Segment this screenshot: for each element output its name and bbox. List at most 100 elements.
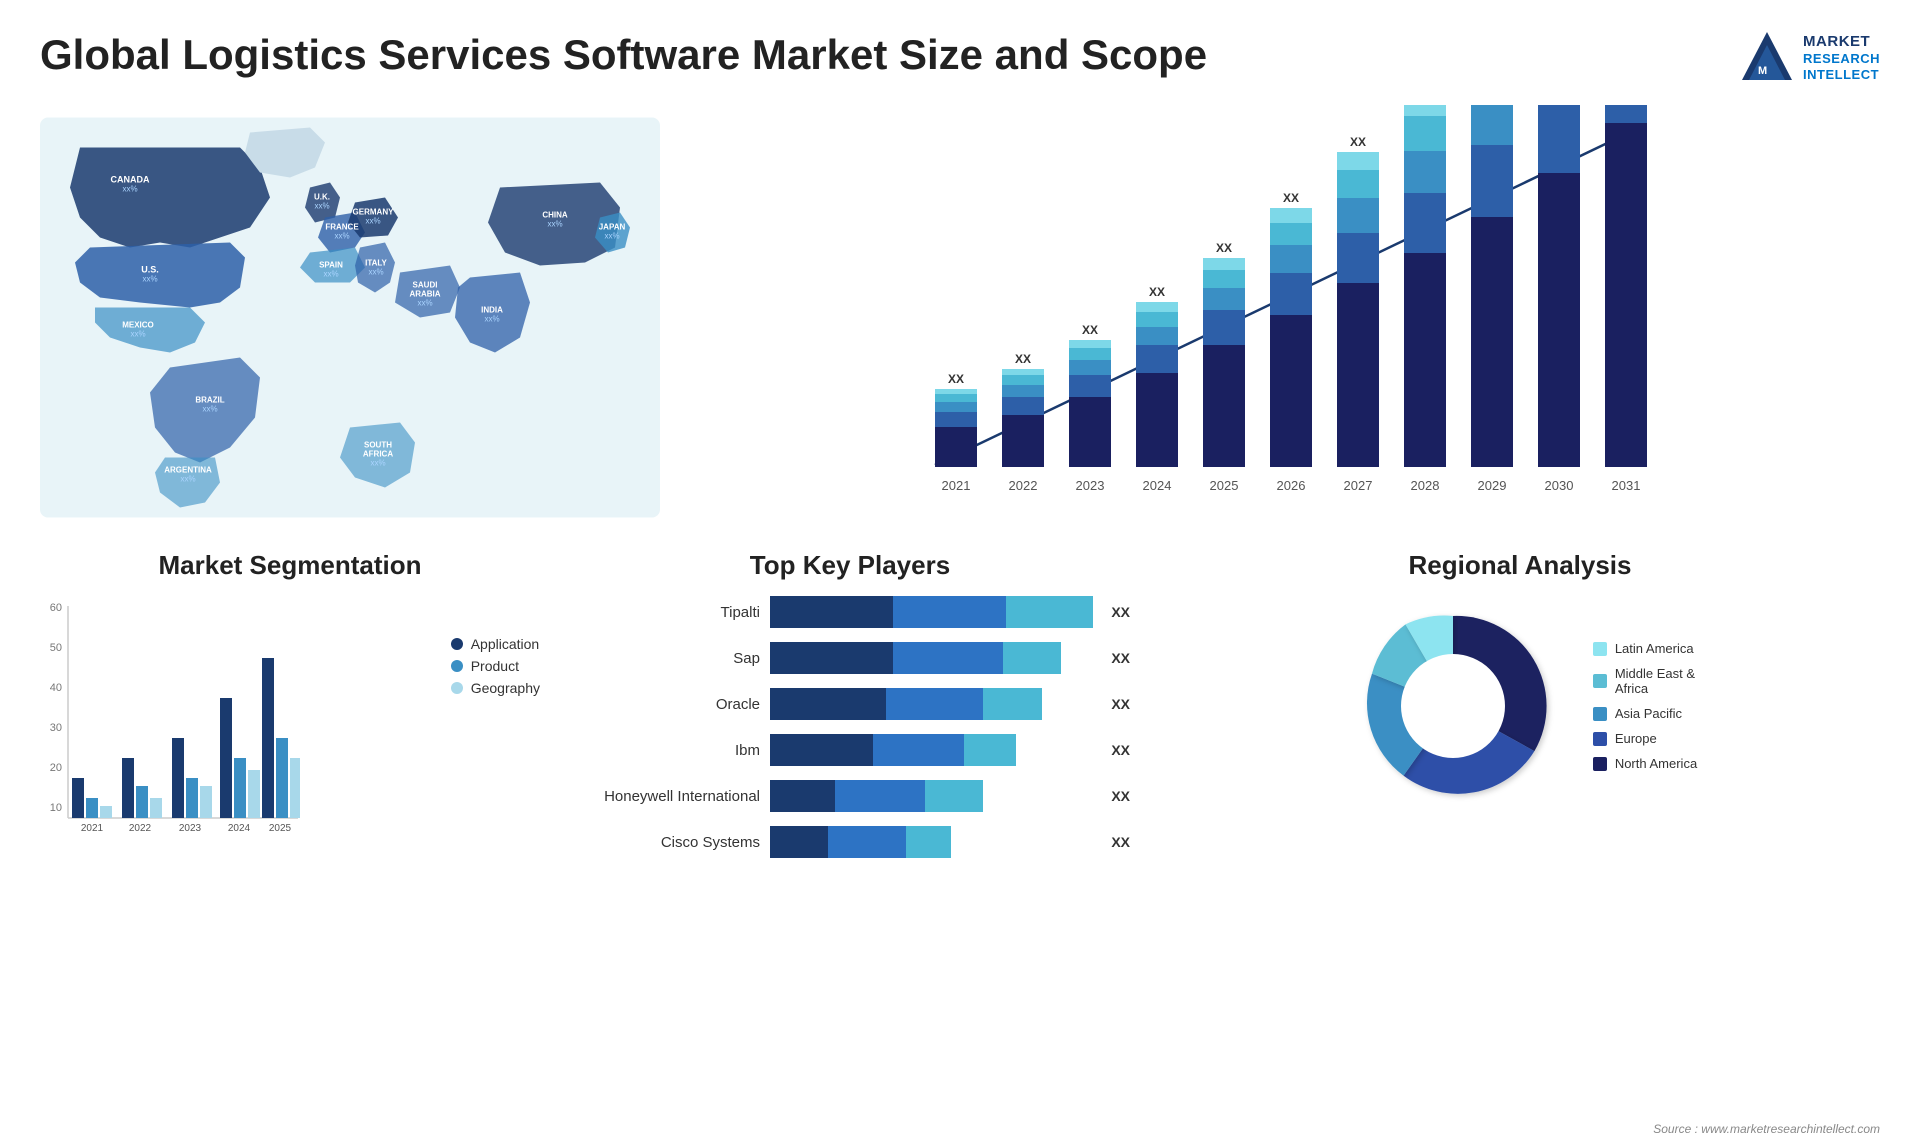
logo-box: M MARKET RESEARCH INTELLECT	[1740, 30, 1880, 85]
bar-seg1	[770, 780, 835, 812]
legend-label-geography: Geography	[471, 680, 540, 696]
svg-text:M: M	[1758, 65, 1767, 77]
header: Global Logistics Services Software Marke…	[40, 30, 1880, 85]
svg-text:20: 20	[50, 762, 62, 774]
donut-area: Latin America Middle East &Africa Asia P…	[1160, 596, 1880, 816]
bar-seg1	[770, 596, 893, 628]
svg-text:2022: 2022	[1009, 478, 1038, 493]
svg-text:CHINA: CHINA	[542, 211, 568, 220]
legend-color-latin	[1593, 642, 1607, 656]
segmentation-chart: 60 50 40 30 20 10	[40, 596, 300, 836]
source-text: Source : www.marketresearchintellect.com	[1653, 1122, 1880, 1136]
legend-color-apac	[1593, 707, 1607, 721]
bar-seg3	[906, 826, 951, 858]
svg-text:xx%: xx%	[368, 268, 383, 277]
logo-icon: M	[1740, 30, 1795, 85]
svg-text:xx%: xx%	[484, 315, 499, 324]
svg-text:2027: 2027	[1344, 478, 1373, 493]
legend-middle-east: Middle East &Africa	[1593, 666, 1697, 696]
svg-text:BRAZIL: BRAZIL	[195, 396, 224, 405]
legend-label-mea: Middle East &Africa	[1615, 666, 1695, 696]
legend-europe: Europe	[1593, 731, 1697, 746]
player-value: XX	[1111, 834, 1130, 850]
svg-text:XX: XX	[1283, 191, 1299, 205]
segmentation-legend: Application Product Geography	[431, 636, 540, 696]
legend-label-apac: Asia Pacific	[1615, 706, 1682, 721]
bar-seg1	[770, 642, 893, 674]
svg-text:2025: 2025	[1210, 478, 1239, 493]
svg-text:2022: 2022	[129, 823, 152, 834]
player-name: Oracle	[570, 696, 760, 713]
bar-seg1	[770, 734, 873, 766]
player-name: Ibm	[570, 742, 760, 759]
segmentation-title: Market Segmentation	[40, 550, 540, 581]
regional-section: Regional Analysis	[1160, 550, 1880, 872]
svg-text:2028: 2028	[1411, 478, 1440, 493]
svg-text:ARABIA: ARABIA	[409, 290, 440, 299]
player-row-sap: Sap XX	[570, 642, 1130, 674]
player-bar	[770, 826, 1093, 858]
player-row-oracle: Oracle XX	[570, 688, 1130, 720]
player-bar	[770, 734, 1093, 766]
svg-text:XX: XX	[1082, 323, 1098, 337]
svg-text:60: 60	[50, 602, 62, 614]
player-value: XX	[1111, 742, 1130, 758]
legend-north-america: North America	[1593, 756, 1697, 771]
bar-seg1	[770, 826, 828, 858]
bar-seg2	[886, 688, 983, 720]
svg-text:ARGENTINA: ARGENTINA	[164, 466, 212, 475]
svg-text:xx%: xx%	[202, 405, 217, 414]
player-row-tipalti: Tipalti XX	[570, 596, 1130, 628]
legend-dot-product	[451, 660, 463, 672]
bar-seg2	[893, 596, 1006, 628]
main-grid: CANADA xx% U.S. xx% MEXICO xx% BRAZIL xx…	[40, 105, 1880, 872]
logo-text: MARKET RESEARCH INTELLECT	[1803, 33, 1880, 82]
svg-text:U.S.: U.S.	[141, 265, 159, 275]
growth-chart-section: XX 2021 XX 2022	[690, 105, 1880, 530]
page-container: Global Logistics Services Software Marke…	[0, 0, 1920, 1146]
player-bar	[770, 596, 1093, 628]
svg-text:XX: XX	[1149, 285, 1165, 299]
svg-text:XX: XX	[1015, 352, 1031, 366]
bar-seg3	[1003, 642, 1061, 674]
player-row-cisco: Cisco Systems XX	[570, 826, 1130, 858]
svg-text:SAUDI: SAUDI	[413, 281, 438, 290]
bar-seg3	[964, 734, 1016, 766]
svg-text:xx%: xx%	[314, 202, 329, 211]
legend-color-europe	[1593, 732, 1607, 746]
bar-seg3	[983, 688, 1041, 720]
svg-text:40: 40	[50, 682, 62, 694]
legend-color-na	[1593, 757, 1607, 771]
player-name: Tipalti	[570, 604, 760, 621]
svg-text:SOUTH: SOUTH	[364, 441, 392, 450]
logo-line2: RESEARCH	[1803, 51, 1880, 67]
legend-application: Application	[451, 636, 540, 652]
svg-text:50: 50	[50, 642, 62, 654]
svg-text:2025: 2025	[269, 823, 292, 834]
player-name: Sap	[570, 650, 760, 667]
player-value: XX	[1111, 696, 1130, 712]
svg-text:10: 10	[50, 802, 62, 814]
svg-text:xx%: xx%	[180, 475, 195, 484]
player-bar	[770, 780, 1093, 812]
svg-text:XX: XX	[948, 372, 964, 386]
legend-geography: Geography	[451, 680, 540, 696]
svg-text:JAPAN: JAPAN	[599, 223, 626, 232]
svg-text:2031: 2031	[1612, 478, 1641, 493]
svg-text:MEXICO: MEXICO	[122, 321, 154, 330]
legend-asia-pacific: Asia Pacific	[1593, 706, 1697, 721]
svg-text:2024: 2024	[228, 823, 251, 834]
logo-area: M MARKET RESEARCH INTELLECT	[1740, 30, 1880, 85]
svg-text:2023: 2023	[179, 823, 202, 834]
player-bar	[770, 688, 1093, 720]
player-row-honeywell: Honeywell International XX	[570, 780, 1130, 812]
segmentation-section: Market Segmentation 60 50 40 30 20 10	[40, 550, 540, 872]
player-bar	[770, 642, 1093, 674]
legend-dot-application	[451, 638, 463, 650]
page-title: Global Logistics Services Software Marke…	[40, 30, 1207, 80]
legend-label-latin: Latin America	[1615, 641, 1694, 656]
world-map: CANADA xx% U.S. xx% MEXICO xx% BRAZIL xx…	[40, 105, 660, 530]
svg-text:XX: XX	[1350, 135, 1366, 149]
svg-text:ITALY: ITALY	[365, 259, 387, 268]
player-value: XX	[1111, 788, 1130, 804]
